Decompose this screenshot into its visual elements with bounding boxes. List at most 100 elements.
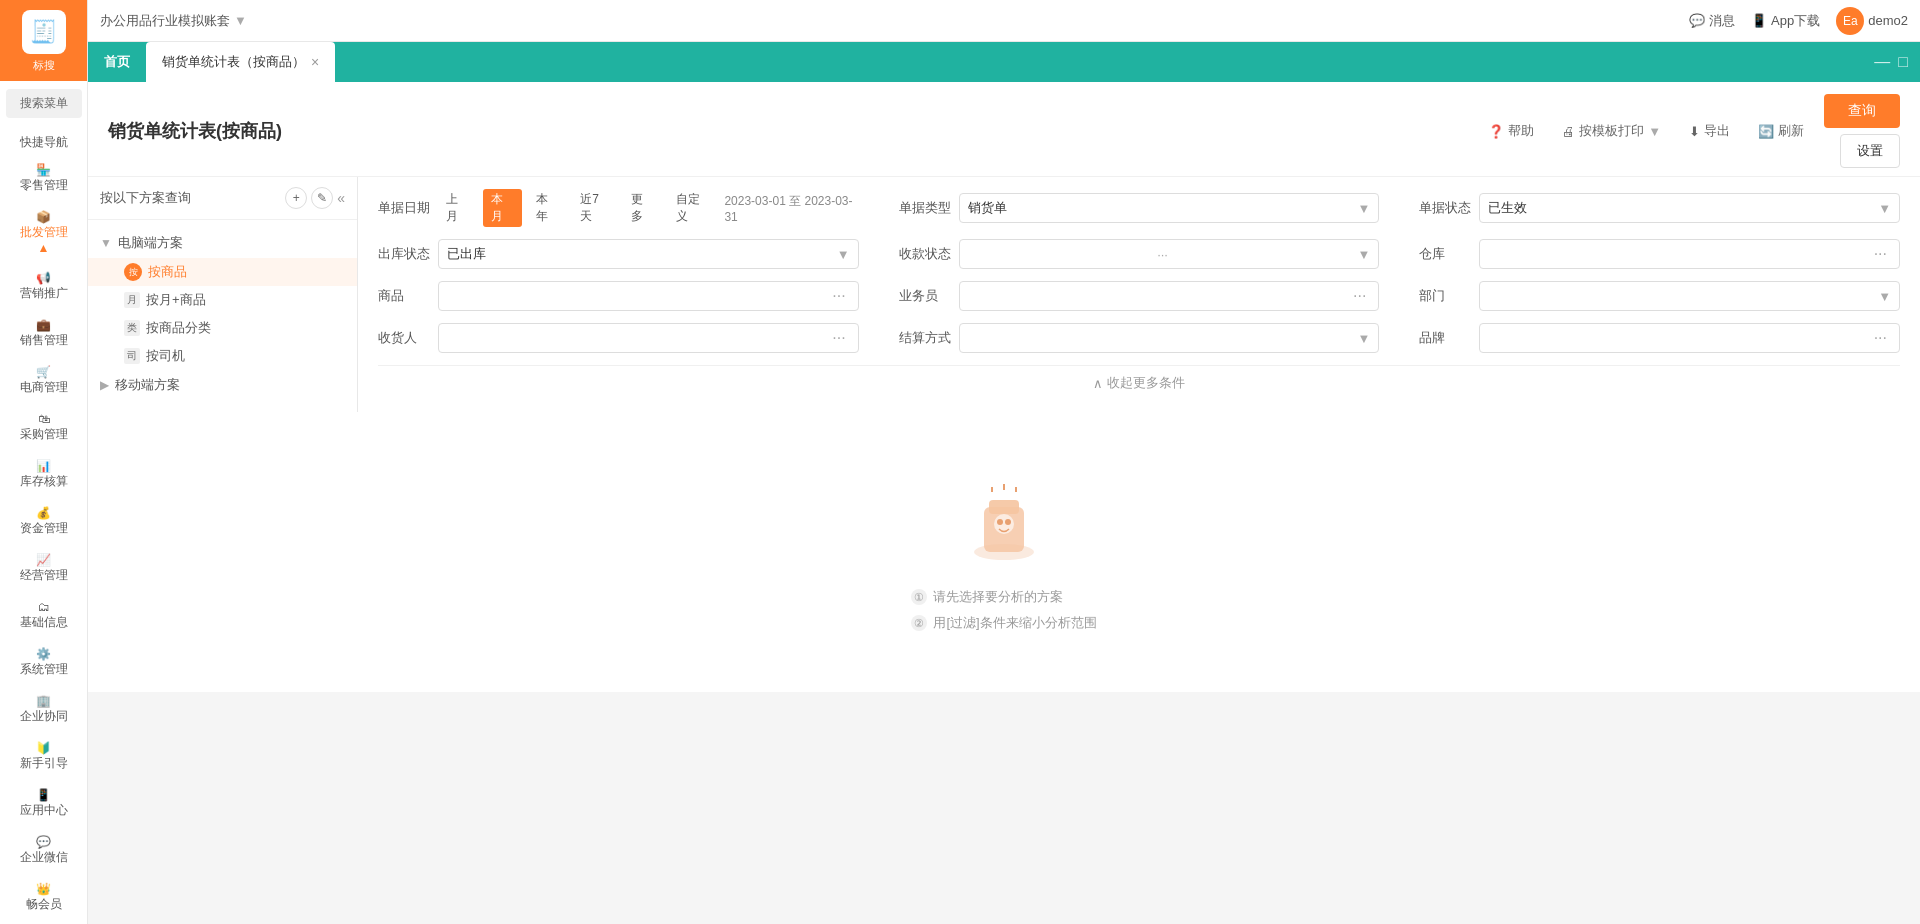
add-scheme-btn[interactable]: + — [285, 187, 307, 209]
filter-group-product: 商品 ··· — [378, 281, 859, 311]
sidebar-item-basic[interactable]: 🗂 基础信息 — [0, 592, 87, 639]
receipt-status-select[interactable]: ··· ▼ — [959, 239, 1380, 269]
sidebar: 🧾 标搜 搜索菜单 快捷导航 🏪 零售管理 📦 批发管理 ▲ 📢 营销推广 💼 … — [0, 0, 88, 924]
payment-select[interactable]: ▼ — [959, 323, 1380, 353]
company-name: 办公用品行业模拟账套 ▼ — [100, 12, 247, 30]
tree-pc-section[interactable]: ▼ 电脑端方案 — [88, 228, 357, 258]
retail-icon: 🏪 — [36, 163, 51, 177]
refresh-btn[interactable]: 🔄 刷新 — [1750, 118, 1812, 144]
topbar-right: 💬 消息 📱 App下载 Ea demo2 — [1689, 7, 1908, 35]
settings-button[interactable]: 设置 — [1840, 134, 1900, 168]
sidebar-item-ecommerce[interactable]: 🛒 电商管理 — [0, 357, 87, 404]
export-icon: ⬇ — [1689, 124, 1700, 139]
ecommerce-icon: 🛒 — [36, 365, 51, 379]
receipt-status-dots-icon: ··· — [1157, 247, 1168, 262]
user-info[interactable]: Ea demo2 — [1836, 7, 1908, 35]
maximize-btn[interactable]: □ — [1898, 53, 1908, 71]
salesperson-input[interactable]: ··· — [959, 281, 1380, 311]
recipient-input[interactable]: ··· — [438, 323, 859, 353]
doc-type-label: 单据类型 — [899, 199, 959, 217]
doc-status-select[interactable]: 已生效 ▼ — [1479, 193, 1900, 223]
content-area: 销货单统计表(按商品) ❓ 帮助 🖨 按模板打印 ▼ ⬇ 导出 — [88, 82, 1920, 924]
print-btn[interactable]: 🖨 按模板打印 ▼ — [1554, 118, 1669, 144]
sidebar-item-retail[interactable]: 🏪 零售管理 — [0, 155, 87, 202]
tab-active[interactable]: 销货单统计表（按商品） × — [146, 42, 335, 82]
tab-close-icon[interactable]: × — [311, 54, 319, 70]
tree-item-by-product[interactable]: 按 按商品 — [88, 258, 357, 286]
collapse-panel-btn[interactable]: « — [337, 190, 345, 206]
sidebar-item-operations[interactable]: 📈 经营管理 — [0, 545, 87, 592]
sidebar-item-inventory[interactable]: 📊 库存核算 — [0, 451, 87, 498]
sidebar-item-members[interactable]: 👑 畅会员 — [0, 874, 87, 921]
date-label: 单据日期 — [378, 199, 438, 217]
date-tab-this-year[interactable]: 本年 — [528, 189, 567, 227]
active-scheme-icon: 按 — [124, 263, 142, 281]
page-header: 销货单统计表(按商品) ❓ 帮助 🖨 按模板打印 ▼ ⬇ 导出 — [88, 82, 1920, 177]
filter-group-warehouse: 仓库 ··· — [1419, 239, 1900, 269]
edit-scheme-btn[interactable]: ✎ — [311, 187, 333, 209]
date-range-display: 2023-03-01 至 2023-03-31 — [724, 193, 858, 224]
wholesale-icon: 📦 — [36, 210, 51, 224]
date-tab-7days[interactable]: 近7天 — [572, 189, 617, 227]
message-btn[interactable]: 💬 消息 — [1689, 12, 1735, 30]
product-dots-icon[interactable]: ··· — [828, 287, 849, 305]
print-arrow-icon: ▼ — [1648, 124, 1661, 139]
brand-label: 品牌 — [1419, 329, 1479, 347]
tabbar: 首页 销货单统计表（按商品） × — □ — [88, 42, 1920, 82]
help-btn[interactable]: ❓ 帮助 — [1480, 118, 1542, 144]
quick-nav[interactable]: 快捷导航 — [0, 126, 87, 155]
sidebar-item-marketing[interactable]: 📢 营销推广 — [0, 263, 87, 310]
payment-arrow-icon: ▼ — [1357, 331, 1370, 346]
sidebar-item-appstore[interactable]: 📱 应用中心 — [0, 780, 87, 827]
salesperson-dots-icon[interactable]: ··· — [1349, 287, 1370, 305]
sales-icon: 💼 — [36, 318, 51, 332]
warehouse-dots-icon[interactable]: ··· — [1870, 245, 1891, 263]
tree-mobile-section[interactable]: ▶ 移动端方案 — [88, 370, 357, 400]
sidebar-item-guide[interactable]: 🔰 新手引导 — [0, 733, 87, 780]
members-icon: 👑 — [36, 882, 51, 896]
warehouse-input[interactable]: ··· — [1479, 239, 1900, 269]
date-tab-more[interactable]: 更多 — [623, 189, 662, 227]
doc-status-arrow-icon: ▼ — [1878, 201, 1891, 216]
product-input[interactable]: ··· — [438, 281, 859, 311]
query-button[interactable]: 查询 — [1824, 94, 1900, 128]
app-download-btn[interactable]: 📱 App下载 — [1751, 12, 1820, 30]
tree-item-by-cashier[interactable]: 司 按司机 — [88, 342, 357, 370]
print-icon: 🖨 — [1562, 124, 1575, 139]
dept-select[interactable]: ▼ — [1479, 281, 1900, 311]
brand-input[interactable]: ··· — [1479, 323, 1900, 353]
page-container: 销货单统计表(按商品) ❓ 帮助 🖨 按模板打印 ▼ ⬇ 导出 — [88, 82, 1920, 692]
tree-item-by-month-product[interactable]: 月 按月+商品 — [88, 286, 357, 314]
sidebar-item-system[interactable]: ⚙️ 系统管理 — [0, 639, 87, 686]
refresh-icon: 🔄 — [1758, 124, 1774, 139]
left-panel-title: 按以下方案查询 — [100, 189, 279, 207]
doc-type-arrow-icon: ▼ — [1357, 201, 1370, 216]
date-tab-custom[interactable]: 自定义 — [668, 189, 718, 227]
recipient-dots-icon[interactable]: ··· — [828, 329, 849, 347]
minimize-btn[interactable]: — — [1874, 53, 1890, 71]
filter-row-3: 商品 ··· 业务员 ··· — [378, 281, 1900, 311]
date-tab-prev-month[interactable]: 上月 — [438, 189, 477, 227]
empty-state: ① 请先选择要分析的方案 ② 用[过滤]条件来缩小分析范围 — [88, 412, 1920, 692]
brand-dots-icon[interactable]: ··· — [1870, 329, 1891, 347]
sidebar-item-purchase[interactable]: 🛍 采购管理 — [0, 404, 87, 451]
sidebar-item-wholesale[interactable]: 📦 批发管理 ▲ — [0, 202, 87, 263]
receipt-status-label: 收款状态 — [899, 245, 959, 263]
out-status-label: 出库状态 — [378, 245, 438, 263]
doc-type-select[interactable]: 销货单 ▼ — [959, 193, 1380, 223]
dept-label: 部门 — [1419, 287, 1479, 305]
search-menu[interactable]: 搜索菜单 — [6, 89, 82, 118]
tab-home[interactable]: 首页 — [88, 42, 146, 82]
sidebar-item-sales[interactable]: 💼 销售管理 — [0, 310, 87, 357]
left-panel-header: 按以下方案查询 + ✎ « — [88, 177, 357, 220]
more-conditions-btn[interactable]: ∧ 收起更多条件 — [378, 365, 1900, 400]
tree-item-by-category[interactable]: 类 按商品分类 — [88, 314, 357, 342]
sidebar-item-enterprise[interactable]: 🏢 企业协同 — [0, 686, 87, 733]
sidebar-item-wechat[interactable]: 💬 企业微信 — [0, 827, 87, 874]
date-tab-this-month[interactable]: 本月 — [483, 189, 522, 227]
export-btn[interactable]: ⬇ 导出 — [1681, 118, 1738, 144]
out-status-select[interactable]: 已出库 ▼ — [438, 239, 859, 269]
date-tabs: 上月 本月 本年 近7天 更多 自定义 2023-03-01 至 2023-03… — [438, 189, 859, 227]
sidebar-item-finance[interactable]: 💰 资金管理 — [0, 498, 87, 545]
product-label: 商品 — [378, 287, 438, 305]
